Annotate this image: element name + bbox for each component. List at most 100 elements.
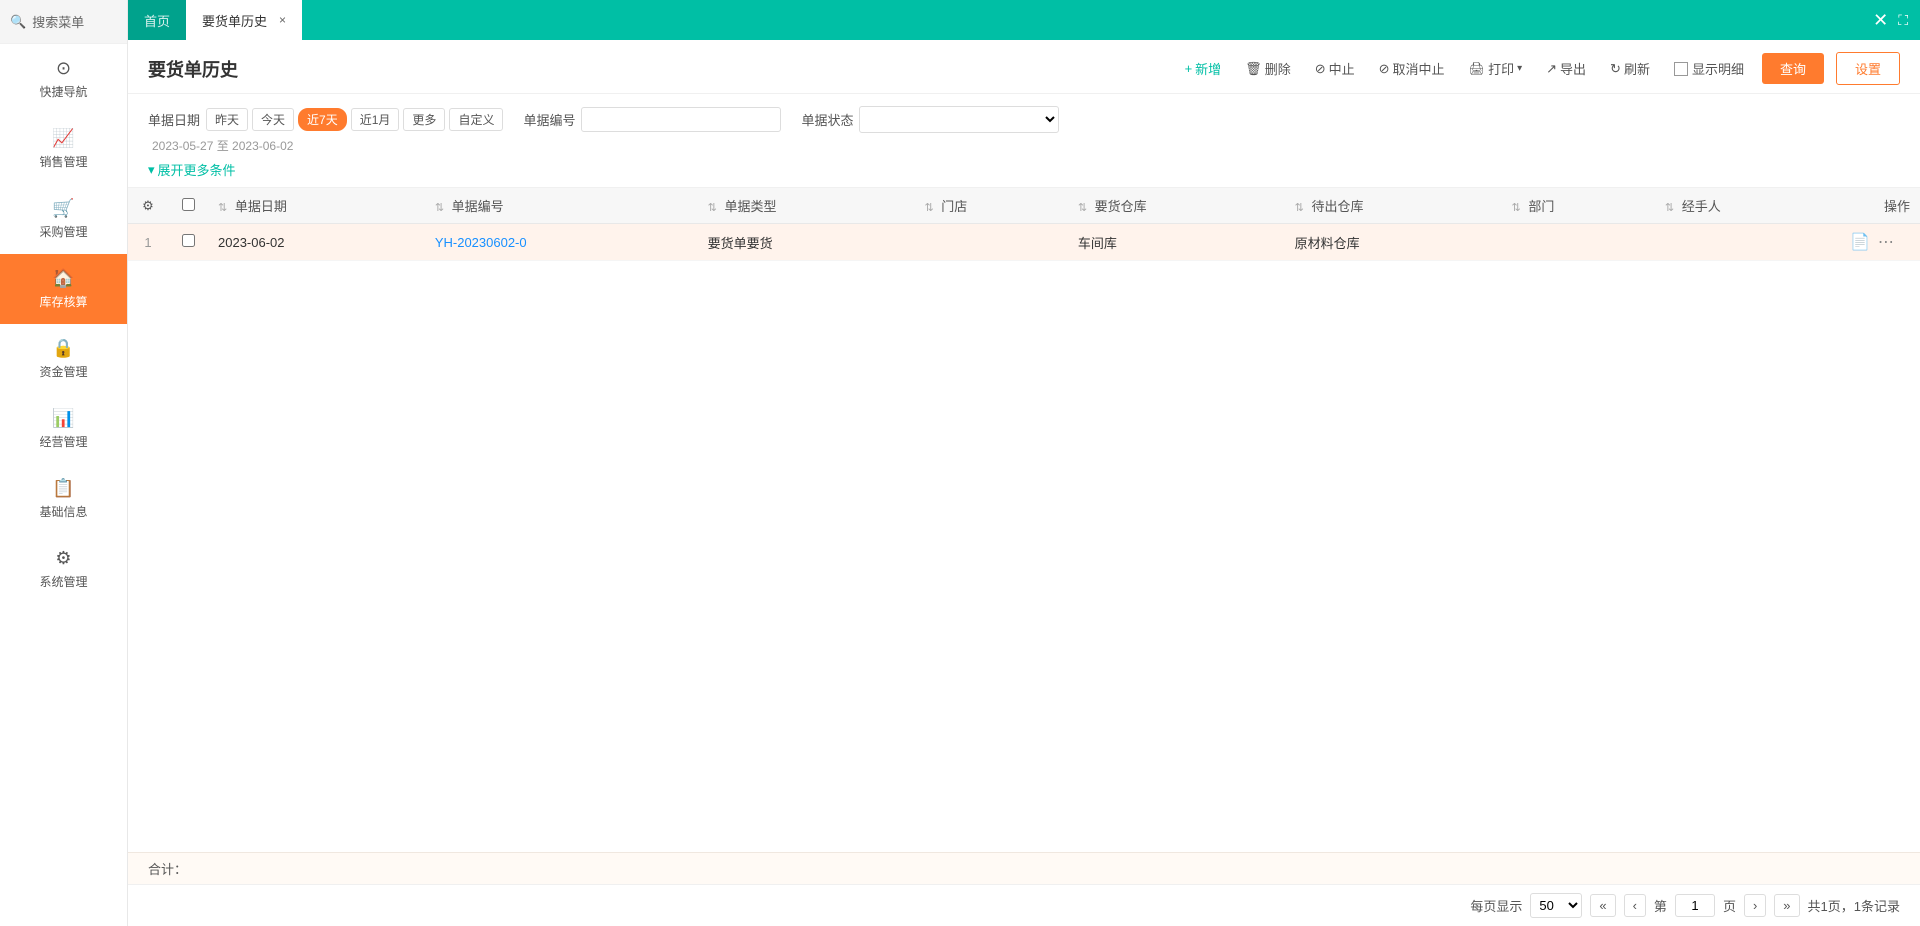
delete-icon: 🗑 [1245, 61, 1262, 77]
sidebar-item-label: 采购管理 [39, 223, 87, 240]
sidebar-search[interactable]: 🔍 搜索菜单 [0, 0, 127, 44]
cell-date: 2023-06-02 [208, 224, 425, 261]
col-doc-no[interactable]: 单据编号 [425, 188, 698, 224]
sidebar-item-operations[interactable]: 📊 经营管理 [0, 394, 127, 464]
date-range-value: 2023-05-27 至 2023-06-02 [152, 139, 293, 153]
col-handler[interactable]: 经手人 [1655, 188, 1840, 224]
refresh-icon: ↻ [1610, 61, 1621, 77]
page-suffix: 页 [1723, 896, 1736, 915]
cell-checkbox[interactable] [168, 224, 208, 261]
row-checkbox[interactable] [182, 234, 195, 247]
sidebar-item-purchase[interactable]: 🛒 采购管理 [0, 184, 127, 254]
col-department[interactable]: 部门 [1501, 188, 1654, 224]
date-btn-custom[interactable]: 自定义 [449, 108, 503, 131]
tab-requisition-history[interactable]: 要货单历史 × [186, 0, 302, 40]
cell-action: 📄 ⋯ [1840, 224, 1920, 261]
col-req-warehouse[interactable]: 要货仓库 [1068, 188, 1285, 224]
stop-icon: ⊘ [1315, 61, 1326, 77]
filter-doc-status: 单据状态 [801, 106, 1059, 133]
filter-doc-no: 单据编号 [523, 107, 781, 132]
cancel-stop-label: 取消中止 [1393, 59, 1445, 78]
sales-icon: 📈 [52, 128, 74, 149]
cell-doc-type: 要货单要货 [698, 224, 915, 261]
date-btn-yesterday[interactable]: 昨天 [206, 108, 248, 131]
date-label: 单据日期 [148, 110, 200, 129]
cell-handler [1655, 224, 1840, 261]
doc-no-link[interactable]: YH-20230602-0 [435, 235, 527, 250]
next-page-btn[interactable]: › [1744, 894, 1766, 917]
doc-no-input[interactable] [581, 107, 781, 132]
expand-more-btn[interactable]: ▾ 展开更多条件 [148, 160, 1900, 179]
column-settings-icon[interactable]: ⚙ [142, 198, 154, 213]
doc-no-label: 单据编号 [523, 110, 575, 129]
table-header-row: ⚙ 单据日期 单据编号 单据类型 [128, 188, 1920, 224]
print-button[interactable]: 🖨 打印 ▾ [1463, 56, 1529, 81]
data-table: ⚙ 单据日期 单据编号 单据类型 [128, 188, 1920, 261]
refresh-button[interactable]: ↻ 刷新 [1604, 56, 1656, 81]
col-store[interactable]: 门店 [914, 188, 1067, 224]
settings-button[interactable]: 设置 [1836, 52, 1900, 85]
doc-status-select[interactable] [859, 106, 1059, 133]
col-doc-type[interactable]: 单据类型 [698, 188, 915, 224]
col-settings[interactable]: ⚙ [128, 188, 168, 224]
edit-icon[interactable]: 📄 [1850, 232, 1870, 252]
date-btn-1month[interactable]: 近1月 [351, 108, 400, 131]
page-size-select[interactable]: 50 100 200 [1530, 893, 1582, 918]
sidebar-item-inventory[interactable]: 🏠 库存核算 [0, 254, 127, 324]
select-all-checkbox[interactable] [182, 198, 195, 211]
sidebar-item-label: 经营管理 [39, 433, 87, 450]
print-icon: 🖨 [1469, 61, 1486, 77]
col-action: 操作 [1840, 188, 1920, 224]
add-button[interactable]: + 新增 [1179, 56, 1228, 81]
home-icon: ⊙ [56, 58, 71, 79]
operations-icon: 📊 [52, 408, 74, 429]
col-date[interactable]: 单据日期 [208, 188, 425, 224]
col-pending-warehouse[interactable]: 待出仓库 [1285, 188, 1502, 224]
tab-home-label: 首页 [144, 11, 170, 30]
sidebar-item-sales[interactable]: 📈 销售管理 [0, 114, 127, 184]
cell-num: 1 [128, 224, 168, 261]
export-button[interactable]: ↗ 导出 [1540, 56, 1592, 81]
sidebar-item-finance[interactable]: 🔒 资金管理 [0, 324, 127, 394]
tab-home[interactable]: 首页 [128, 0, 186, 40]
page-size-label: 每页显示 [1470, 896, 1522, 915]
date-btn-7days[interactable]: 近7天 [298, 108, 347, 131]
more-icon[interactable]: ⋯ [1878, 232, 1894, 252]
query-button[interactable]: 查询 [1762, 53, 1824, 84]
inventory-icon: 🏠 [52, 268, 74, 289]
sidebar: 🔍 搜索菜单 ⊙ 快捷导航 📈 销售管理 🛒 采购管理 🏠 库存核算 🔒 资金管… [0, 0, 128, 926]
display-detail-button[interactable]: 显示明细 [1668, 56, 1750, 81]
delete-button[interactable]: 🗑 删除 [1239, 56, 1297, 81]
page-num-input[interactable] [1675, 894, 1715, 917]
last-page-btn[interactable]: » [1774, 894, 1799, 917]
table-row[interactable]: 1 2023-06-02 YH-20230602-0 要货单要货 车间库 原材料… [128, 224, 1920, 261]
date-btn-more[interactable]: 更多 [403, 108, 445, 131]
chevron-down-icon: ▾ [148, 162, 155, 178]
main-area: 首页 要货单历史 × ✕ ⛶ 要货单历史 + 新增 🗑 删除 [128, 0, 1920, 926]
page-header: 要货单历史 + 新增 🗑 删除 ⊘ 中止 ⊘ 取消中止 [128, 40, 1920, 94]
display-detail-checkbox [1674, 62, 1688, 76]
cell-doc-no[interactable]: YH-20230602-0 [425, 224, 698, 261]
tab-close-icon[interactable]: × [279, 13, 286, 27]
first-page-btn[interactable]: « [1590, 894, 1615, 917]
basic-icon: 📋 [52, 478, 74, 499]
window-maximize-icon[interactable]: ⛶ [1898, 12, 1908, 29]
refresh-label: 刷新 [1624, 59, 1650, 78]
sidebar-item-system[interactable]: ⚙ 系统管理 [0, 534, 127, 604]
sidebar-item-quick-nav[interactable]: ⊙ 快捷导航 [0, 44, 127, 114]
sidebar-item-label: 资金管理 [39, 363, 87, 380]
sidebar-search-label: 搜索菜单 [32, 12, 84, 31]
page-title: 要货单历史 [148, 56, 238, 82]
prev-page-btn[interactable]: ‹ [1624, 894, 1646, 917]
sidebar-item-label: 销售管理 [39, 153, 87, 170]
date-btn-today[interactable]: 今天 [252, 108, 294, 131]
stop-button[interactable]: ⊘ 中止 [1309, 56, 1361, 81]
sidebar-item-label: 快捷导航 [39, 83, 87, 100]
display-detail-label: 显示明细 [1692, 59, 1744, 78]
window-close-icon[interactable]: ✕ [1873, 10, 1888, 31]
cancel-stop-button[interactable]: ⊘ 取消中止 [1373, 56, 1451, 81]
sidebar-item-basic[interactable]: 📋 基础信息 [0, 464, 127, 534]
col-checkbox[interactable] [168, 188, 208, 224]
table-footer: 合计： [128, 852, 1920, 884]
delete-label: 删除 [1265, 59, 1291, 78]
